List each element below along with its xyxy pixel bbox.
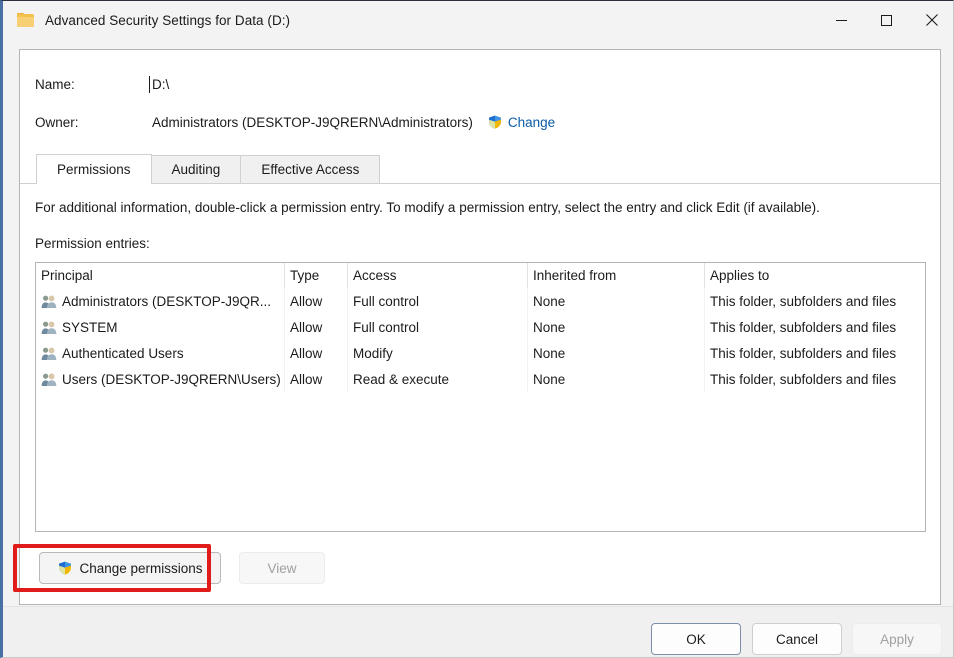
cell-type: Allow [285, 288, 348, 314]
cancel-label: Cancel [776, 632, 818, 647]
change-owner-control[interactable]: Change [487, 114, 555, 130]
principal-text: Authenticated Users [62, 346, 184, 361]
permission-entries-list[interactable]: Principal Type Access Inherited from App… [35, 262, 926, 532]
cell-applies-to: This folder, subfolders and files [705, 366, 920, 392]
cell-access: Read & execute [348, 366, 528, 392]
ok-button[interactable]: OK [651, 623, 741, 655]
table-row[interactable]: Authenticated Users Allow Modify None Th… [36, 340, 925, 366]
cell-access: Full control [348, 288, 528, 314]
change-owner-link[interactable]: Change [508, 115, 555, 130]
maximize-icon[interactable] [864, 1, 909, 39]
tabstrip: Permissions Auditing Effective Access [20, 156, 940, 184]
permission-entries-label: Permission entries: [35, 236, 150, 251]
change-permissions-label: Change permissions [79, 561, 202, 576]
view-label: View [267, 561, 296, 576]
apply-button[interactable]: Apply [852, 623, 942, 655]
cancel-button[interactable]: Cancel [752, 623, 842, 655]
cell-principal: Users (DESKTOP-J9QRERN\Users) [36, 366, 285, 392]
column-header-type[interactable]: Type [285, 263, 348, 288]
column-header-principal[interactable]: Principal [36, 263, 285, 288]
user-group-icon [41, 346, 57, 361]
cell-type: Allow [285, 340, 348, 366]
column-header-access[interactable]: Access [348, 263, 528, 288]
cell-principal: SYSTEM [36, 314, 285, 340]
principal-text: SYSTEM [62, 320, 118, 335]
cell-type: Allow [285, 314, 348, 340]
cell-principal: Authenticated Users [36, 340, 285, 366]
cell-type: Allow [285, 366, 348, 392]
content-panel: Name: D:\ Owner: Administrators (DESKTOP… [19, 49, 941, 605]
principal-text: Users (DESKTOP-J9QRERN\Users) [62, 372, 281, 387]
table-row[interactable]: Users (DESKTOP-J9QRERN\Users) Allow Read… [36, 366, 925, 392]
text-caret [149, 76, 150, 93]
cell-inherited-from: None [528, 314, 705, 340]
cell-access: Modify [348, 340, 528, 366]
ok-label: OK [686, 632, 706, 647]
window-title: Advanced Security Settings for Data (D:) [45, 13, 290, 28]
table-row[interactable]: SYSTEM Allow Full control None This fold… [36, 314, 925, 340]
tab-permissions-label: Permissions [57, 162, 131, 177]
table-row[interactable]: Administrators (DESKTOP-J9QR... Allow Fu… [36, 288, 925, 314]
apply-label: Apply [880, 632, 914, 647]
name-row: Name: D:\ [35, 77, 169, 92]
user-group-icon [41, 320, 57, 335]
name-value-text: D:\ [152, 77, 169, 92]
uac-shield-icon [487, 114, 503, 130]
cell-inherited-from: None [528, 288, 705, 314]
window-controls [819, 1, 954, 39]
uac-shield-icon [57, 560, 73, 576]
name-value: D:\ [152, 77, 169, 92]
name-label: Name: [35, 77, 152, 92]
folder-icon [17, 13, 34, 27]
tab-effective-access-label: Effective Access [261, 162, 359, 177]
tab-auditing[interactable]: Auditing [151, 155, 242, 183]
owner-value: Administrators (DESKTOP-J9QRERN\Administ… [152, 115, 473, 130]
cell-inherited-from: None [528, 366, 705, 392]
tab-permissions[interactable]: Permissions [36, 154, 152, 183]
cell-inherited-from: None [528, 340, 705, 366]
minimize-icon[interactable] [819, 1, 864, 39]
owner-row: Owner: Administrators (DESKTOP-J9QRERN\A… [35, 114, 555, 130]
tab-auditing-label: Auditing [172, 162, 221, 177]
view-button[interactable]: View [239, 552, 325, 584]
advanced-security-settings-window: Advanced Security Settings for Data (D:)… [0, 0, 954, 658]
cell-applies-to: This folder, subfolders and files [705, 314, 920, 340]
instruction-text: For additional information, double-click… [35, 200, 820, 215]
owner-label: Owner: [35, 115, 152, 130]
cell-applies-to: This folder, subfolders and files [705, 288, 920, 314]
tab-effective-access[interactable]: Effective Access [240, 155, 380, 183]
table-header-row: Principal Type Access Inherited from App… [36, 263, 925, 288]
close-icon[interactable] [909, 1, 954, 39]
dialog-footer: OK Cancel Apply [3, 606, 954, 658]
cell-applies-to: This folder, subfolders and files [705, 340, 920, 366]
user-group-icon [41, 372, 57, 387]
principal-text: Administrators (DESKTOP-J9QR... [62, 294, 271, 309]
titlebar: Advanced Security Settings for Data (D:) [3, 1, 954, 39]
cell-principal: Administrators (DESKTOP-J9QR... [36, 288, 285, 314]
column-header-inherited-from[interactable]: Inherited from [528, 263, 705, 288]
column-header-applies-to[interactable]: Applies to [705, 263, 920, 288]
cell-access: Full control [348, 314, 528, 340]
user-group-icon [41, 294, 57, 309]
change-permissions-button[interactable]: Change permissions [39, 552, 221, 584]
